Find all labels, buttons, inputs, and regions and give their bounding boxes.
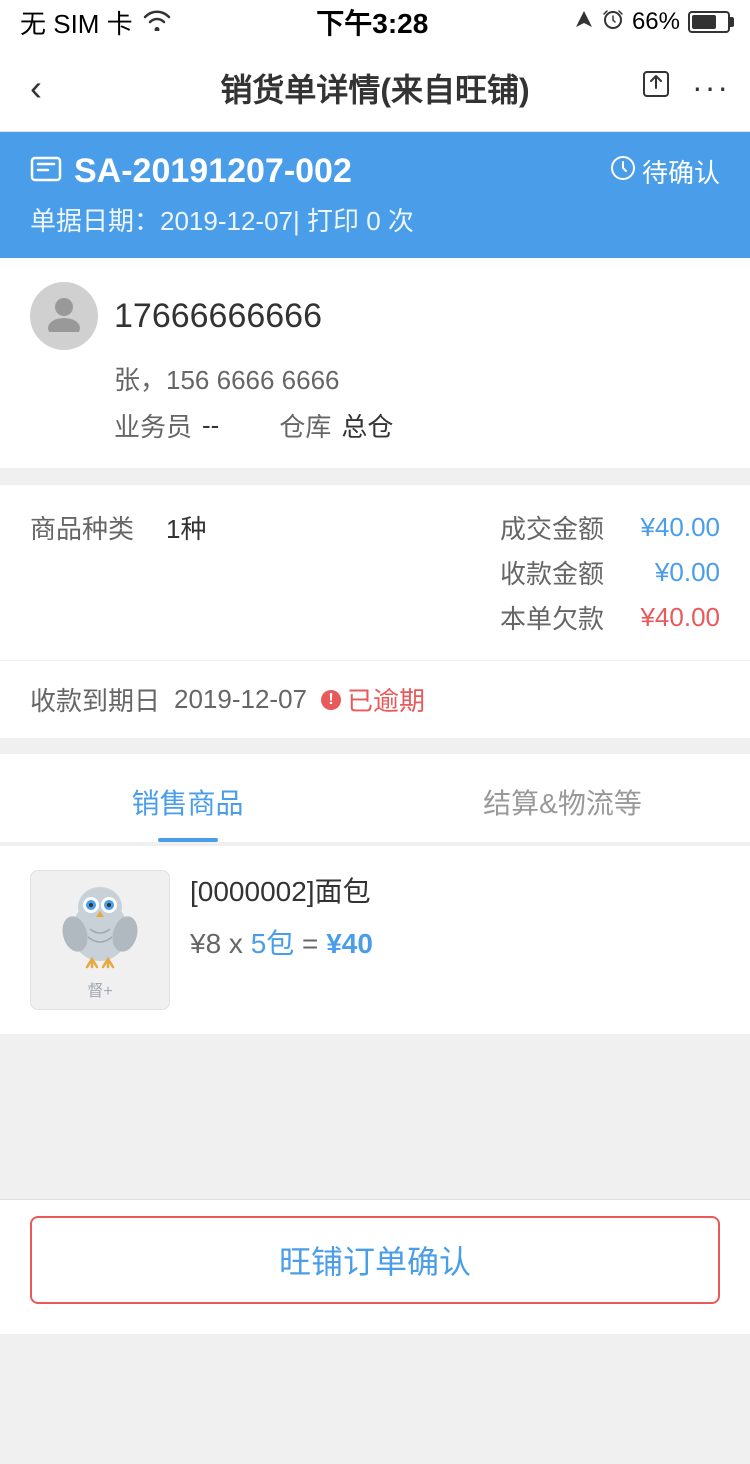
product-thumb-text: 督+ (87, 977, 112, 1001)
section-divider-1 (0, 469, 750, 485)
alarm-icon (602, 8, 624, 37)
wifi-icon (143, 7, 171, 38)
warehouse-item: 仓库 总仓 (279, 407, 393, 444)
bottom-bar: 旺铺订单确认 (0, 1199, 750, 1334)
tabs-row: 销售商品 结算&物流等 (0, 754, 750, 842)
status-right: 66% (574, 8, 730, 37)
overdue-badge: ! 已逾期 (321, 681, 425, 718)
back-button[interactable]: ‹ (20, 60, 52, 116)
product-price: ¥8 x 5包 = ¥40 (190, 922, 720, 962)
battery-icon (688, 11, 730, 33)
due-date-section: 收款到期日 2019-12-07 ! 已逾期 (0, 660, 750, 738)
more-icon[interactable]: ··· (692, 69, 730, 106)
salesman-item: 业务员 -- (114, 407, 219, 444)
order-date: 单据日期：2019-12-07| 打印 0 次 (30, 201, 720, 238)
order-icon (30, 152, 64, 191)
customer-meta: 业务员 -- 仓库 总仓 (114, 407, 720, 444)
avatar-icon (44, 292, 84, 341)
battery-percent: 66% (632, 8, 680, 36)
tabs-container: 销售商品 结算&物流等 (0, 754, 750, 844)
product-type-row: 商品种类 1种 (30, 509, 206, 546)
summary-left: 商品种类 1种 (30, 509, 206, 546)
status-clock-icon (610, 155, 636, 188)
product-info: [0000002]面包 ¥8 x 5包 = ¥40 (190, 870, 720, 962)
order-status: 待确认 (610, 153, 720, 190)
overdue-icon: ! (321, 690, 341, 710)
page-title: 销货单详情(来自旺铺) (220, 65, 529, 111)
tab-sales-product[interactable]: 销售商品 (0, 754, 375, 842)
product-section: 督+ [0000002]面包 ¥8 x 5包 = ¥40 (0, 846, 750, 1034)
customer-row: 17666666666 (30, 282, 720, 350)
summary-section: 商品种类 1种 成交金额 ¥40.00 收款金额 ¥0.00 本单欠款 ¥40.… (0, 485, 750, 660)
status-bar: 无 SIM 卡 下午3:28 66% (0, 0, 750, 44)
order-number: SA-20191207-002 (30, 152, 352, 191)
carrier-text: 无 SIM 卡 (20, 4, 133, 41)
nav-right-actions: ··· (640, 68, 730, 107)
summary-right: 成交金额 ¥40.00 收款金额 ¥0.00 本单欠款 ¥40.00 (484, 509, 720, 636)
amount-row-0: 成交金额 ¥40.00 (484, 509, 720, 546)
due-date-label: 收款到期日 (30, 681, 160, 718)
amount-row-2: 本单欠款 ¥40.00 (484, 599, 720, 636)
product-item: 督+ [0000002]面包 ¥8 x 5包 = ¥40 (30, 870, 720, 1010)
customer-phone: 17666666666 (114, 297, 322, 336)
nav-bar: ‹ 销货单详情(来自旺铺) ··· (0, 44, 750, 132)
overdue-text: 已逾期 (347, 681, 425, 718)
share-icon[interactable] (640, 68, 672, 107)
avatar (30, 282, 98, 350)
product-thumbnail: 督+ (30, 870, 170, 1010)
status-time: 下午3:28 (316, 2, 428, 42)
order-header-card: SA-20191207-002 待确认 单据日期：2019-12-07| 打印 … (0, 132, 750, 258)
confirm-order-button[interactable]: 旺铺订单确认 (30, 1216, 720, 1304)
customer-name-phone: 张，156 6666 6666 (114, 360, 720, 397)
status-left: 无 SIM 卡 (20, 4, 171, 41)
tab-settlement[interactable]: 结算&物流等 (375, 754, 750, 842)
amount-row-1: 收款金额 ¥0.00 (484, 554, 720, 591)
due-date-value: 2019-12-07 (174, 684, 307, 715)
product-name: [0000002]面包 (190, 870, 720, 910)
product-thumb-icon: 督+ (55, 879, 145, 1001)
customer-section: 17666666666 张，156 6666 6666 业务员 -- 仓库 总仓 (0, 258, 750, 469)
navigation-icon (574, 8, 594, 36)
